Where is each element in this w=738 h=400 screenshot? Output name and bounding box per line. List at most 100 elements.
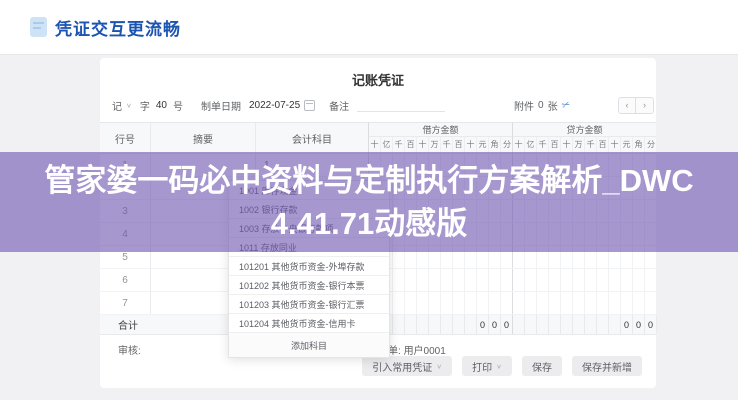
digit-cell[interactable] <box>417 292 429 314</box>
digit-cell[interactable] <box>441 292 453 314</box>
total-digit-cell <box>513 315 525 334</box>
promo-overlay-banner: 管家婆一码必中资料与定制执行方案解析_DWC 4.41.71动感版 <box>0 152 738 252</box>
digit-cell[interactable] <box>477 292 489 314</box>
add-subject-button[interactable]: 添加科目 <box>229 333 389 357</box>
total-digit-cell <box>561 315 573 334</box>
digit-cell[interactable] <box>513 292 525 314</box>
app-header: 凭证交互更流畅 <box>0 0 738 55</box>
digit-cell[interactable] <box>561 269 573 291</box>
attachment-label: 附件 <box>514 101 535 113</box>
digit-header-cell: 十 <box>561 137 573 152</box>
digit-cell[interactable] <box>561 292 573 314</box>
digit-cell[interactable] <box>489 269 501 291</box>
digit-cell[interactable] <box>405 292 417 314</box>
digit-header-cell: 千 <box>537 137 549 152</box>
digit-header-cell: 十 <box>609 137 621 152</box>
digit-cell[interactable] <box>585 292 597 314</box>
digit-cell[interactable] <box>645 269 657 291</box>
subject-option[interactable]: 101202 其他货币资金-银行本票 <box>229 276 389 295</box>
col-credit-group: 贷方金额 十亿千百十万千百十元角分 <box>512 123 656 153</box>
digit-cell[interactable] <box>573 292 585 314</box>
col-debit-label: 借方金额 <box>369 123 512 137</box>
action-button-保存并新增[interactable]: 保存并新增 <box>572 356 642 376</box>
action-button-保存[interactable]: 保存 <box>522 356 562 376</box>
digit-cell[interactable] <box>465 292 477 314</box>
digit-header-cell: 百 <box>453 137 465 152</box>
digit-cell[interactable] <box>633 269 645 291</box>
digit-cell[interactable] <box>537 292 549 314</box>
digit-cell[interactable] <box>393 269 405 291</box>
prev-voucher-button[interactable]: ‹ <box>619 97 636 113</box>
total-credit-cells: 000 <box>512 315 657 334</box>
review-label: 审核: <box>118 346 141 357</box>
digit-cell[interactable] <box>525 269 537 291</box>
total-digit-cell <box>405 315 417 334</box>
total-digit-cell <box>573 315 585 334</box>
digit-cell[interactable] <box>405 269 417 291</box>
subject-option[interactable]: 101201 其他货币资金-外埠存款 <box>229 257 389 276</box>
total-digit-cell <box>609 315 621 334</box>
promo-line-2: 4.41.71动感版 <box>270 206 468 241</box>
digit-header-cell: 十 <box>417 137 429 152</box>
digit-cell[interactable] <box>537 269 549 291</box>
voucher-type-select[interactable]: 记 ∨ <box>108 96 136 115</box>
total-digit-cell <box>417 315 429 334</box>
col-row-no: 行号 <box>115 134 135 146</box>
digit-cell[interactable] <box>417 269 429 291</box>
total-digit-cell <box>537 315 549 334</box>
digit-cell[interactable] <box>489 292 501 314</box>
next-voucher-button[interactable]: › <box>636 97 653 113</box>
attachment-unit: 张 <box>547 101 558 113</box>
total-digit-cell <box>465 315 477 334</box>
digit-cell[interactable] <box>597 269 609 291</box>
digit-cell[interactable] <box>573 269 585 291</box>
digit-header-cell: 千 <box>585 137 597 152</box>
word-label: 字 <box>139 101 150 113</box>
note-label: 备注 <box>329 101 350 113</box>
subject-option[interactable]: 101203 其他货币资金-银行汇票 <box>229 295 389 314</box>
digit-cell[interactable] <box>477 269 489 291</box>
total-digit-cell: 0 <box>477 315 489 334</box>
digit-cell[interactable] <box>525 292 537 314</box>
attachment-count: 0 <box>538 99 544 111</box>
digit-cell[interactable] <box>549 269 561 291</box>
digit-cell[interactable] <box>513 269 525 291</box>
digit-cell[interactable] <box>453 292 465 314</box>
digit-header-cell: 分 <box>647 140 655 149</box>
action-button-引入常用凭证[interactable]: 引入常用凭证 ∨ <box>362 356 453 376</box>
digit-cell[interactable] <box>441 269 453 291</box>
digit-cell[interactable] <box>453 269 465 291</box>
digit-cell[interactable] <box>429 292 441 314</box>
digit-header-cell: 千 <box>441 137 453 152</box>
subject-option[interactable]: 101204 其他货币资金-信用卡 <box>229 314 389 333</box>
digit-cell[interactable] <box>393 292 405 314</box>
digit-cell[interactable] <box>429 269 441 291</box>
digit-header-cell: 角 <box>489 137 501 152</box>
digit-cell[interactable] <box>549 292 561 314</box>
digit-cell[interactable] <box>645 292 657 314</box>
digit-header-cell: 万 <box>429 137 441 152</box>
date-input[interactable]: 2022-07-25 <box>249 99 316 111</box>
digit-cell[interactable] <box>621 292 633 314</box>
digit-header-cell: 十 <box>513 137 525 152</box>
digit-cell[interactable] <box>633 292 645 314</box>
paperclip-icon[interactable]: ✂︎ <box>560 98 572 111</box>
note-input[interactable] <box>357 98 446 112</box>
credit-digit-cells <box>512 292 656 314</box>
digit-cell[interactable] <box>465 269 477 291</box>
promo-line-1: 管家婆一码必中资料与定制执行方案解析_DWC <box>44 163 694 198</box>
digit-cell[interactable] <box>621 269 633 291</box>
voucher-number-input[interactable]: 40 <box>156 100 167 111</box>
calendar-icon <box>304 99 316 111</box>
digit-cell[interactable] <box>597 292 609 314</box>
digit-cell[interactable] <box>609 292 621 314</box>
voucher-pager: ‹ › <box>618 96 654 114</box>
total-digit-cell <box>453 315 465 334</box>
digit-header-cell: 万 <box>573 137 585 152</box>
total-digit-cell <box>429 315 441 334</box>
action-bar: 引入常用凭证 ∨ 打印 ∨ 保存 保存并新增 <box>362 356 642 376</box>
digit-cell[interactable] <box>585 269 597 291</box>
digit-cell[interactable] <box>609 269 621 291</box>
action-button-打印[interactable]: 打印 ∨ <box>462 356 512 376</box>
table-header: 行号 摘要 会计科目 借方金额 十亿千百十万千百十元角分 贷方金额 十亿千百十万… <box>100 122 656 154</box>
